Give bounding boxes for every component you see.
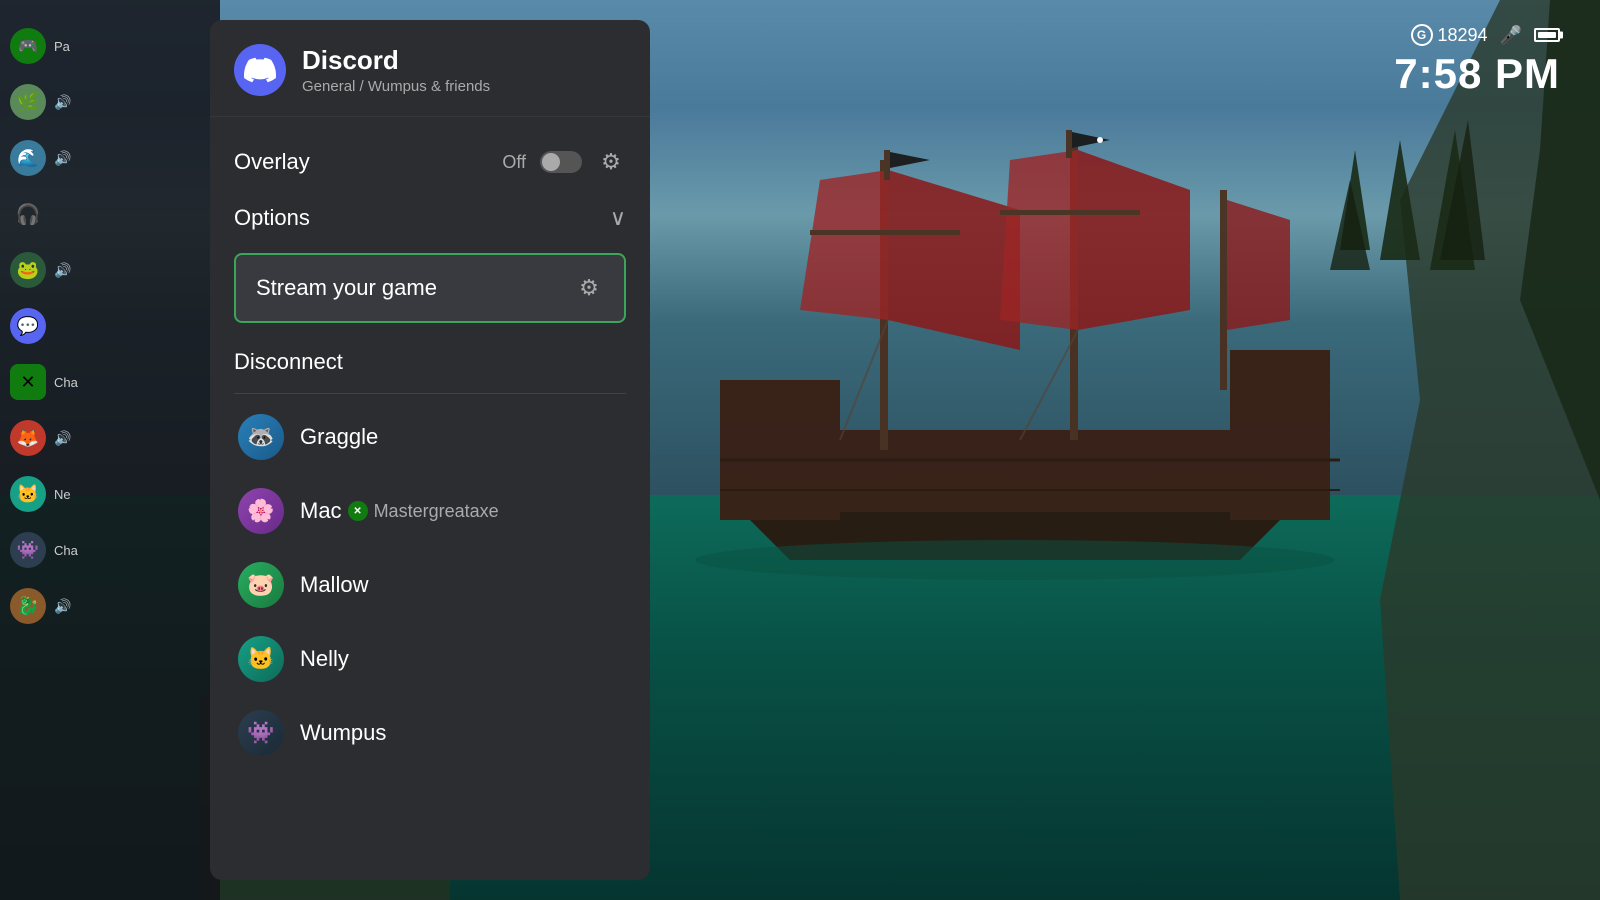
clock-display: 7:58 PM (1394, 50, 1560, 98)
discord-icon-small: 💬 (10, 308, 46, 344)
overlay-label: Overlay (234, 149, 310, 175)
toggle-thumb (542, 153, 560, 171)
discord-logo (234, 44, 286, 96)
headphone-icon: 🎧 (10, 196, 46, 232)
disconnect-row[interactable]: Disconnect (234, 331, 626, 389)
sidebar-item-avatar-3: 🐸 🔊 (0, 244, 220, 296)
member-avatar-graggle: 🦝 (238, 414, 284, 460)
battery-fill (1538, 32, 1556, 38)
hud-stats: G 18294 🎤 (1394, 24, 1560, 46)
volume-icon-5: 🔊 (54, 598, 71, 615)
avatar-3: 🐸 (10, 252, 46, 288)
options-chevron-icon: ∨ (610, 205, 626, 231)
options-label: Options (234, 205, 310, 231)
avatar-2: 🌊 (10, 140, 46, 176)
xbox-icon-sidebar: ✕ (10, 364, 46, 400)
hud-top-right: G 18294 🎤 7:58 PM (1394, 24, 1560, 98)
member-item-mallow[interactable]: 🐷 Mallow (234, 550, 626, 620)
avatar-ne: 🐱 (10, 476, 46, 512)
avatar-cha2: 👾 (10, 532, 46, 568)
avatar-4: 🦊 (10, 420, 46, 456)
member-item-wumpus[interactable]: 👾 Wumpus (234, 698, 626, 768)
stream-game-button[interactable]: Stream your game ⚙ (234, 253, 626, 323)
discord-panel: Discord General / Wumpus & friends Overl… (210, 20, 650, 880)
volume-icon-1: 🔊 (54, 94, 71, 111)
members-list: 🦝 Graggle 🌸 Mac Mastergreataxe 🐷 (234, 402, 626, 768)
stream-label: Stream your game (256, 275, 437, 301)
member-avatar-mac: 🌸 (238, 488, 284, 534)
discord-small[interactable]: 💬 (0, 300, 220, 352)
sidebar-item-cha2[interactable]: 👾 Cha (0, 524, 220, 576)
sidebar-item-cha[interactable]: ✕ Cha (0, 356, 220, 408)
avatar-5: 🐉 (10, 588, 46, 624)
member-gamertag-mac: Mastergreataxe (374, 501, 499, 522)
volume-icon-2: 🔊 (54, 150, 71, 167)
member-platform-mac: Mac Mastergreataxe (300, 498, 499, 524)
sidebar-label-cha2: Cha (54, 543, 78, 558)
disconnect-label: Disconnect (234, 349, 343, 374)
member-name-mac: Mac (300, 498, 342, 524)
panel-divider (234, 393, 626, 394)
overlay-row: Overlay Off ⚙ (234, 133, 626, 191)
overlay-gear-icon[interactable]: ⚙ (596, 147, 626, 177)
member-name-mallow: Mallow (300, 572, 368, 598)
sidebar-label-cha: Cha (54, 375, 78, 390)
xbox-platform-icon (348, 501, 368, 521)
overlay-controls: Off ⚙ (502, 147, 626, 177)
options-row[interactable]: Options ∨ (234, 191, 626, 245)
member-name-wumpus: Wumpus (300, 720, 386, 746)
sidebar-item-avatar-1: 🌿 🔊 (0, 76, 220, 128)
member-avatar-wumpus: 👾 (238, 710, 284, 756)
panel-subtitle: General / Wumpus & friends (302, 78, 490, 95)
volume-icon-4: 🔊 (54, 430, 71, 447)
member-name-graggle: Graggle (300, 424, 378, 450)
sidebar-label-1: Pa (54, 39, 70, 54)
sidebar-item-avatar-5: 🐉 🔊 (0, 580, 220, 632)
member-name-nelly: Nelly (300, 646, 349, 672)
sidebar-item-avatar-2: 🌊 🔊 (0, 132, 220, 184)
discord-logo-svg (244, 54, 276, 86)
gscore-value: 18294 (1438, 25, 1488, 46)
sidebar-label-ne: Ne (54, 487, 71, 502)
member-item-nelly[interactable]: 🐱 Nelly (234, 624, 626, 694)
volume-icon-3: 🔊 (54, 262, 71, 279)
member-item-mac[interactable]: 🌸 Mac Mastergreataxe (234, 476, 626, 546)
overlay-toggle-off-label: Off (502, 152, 526, 173)
member-item-graggle[interactable]: 🦝 Graggle (234, 402, 626, 472)
sidebar-item-ne[interactable]: 🐱 Ne (0, 468, 220, 520)
panel-content: Overlay Off ⚙ Options ∨ Stream your game… (210, 117, 650, 880)
overlay-toggle[interactable] (540, 151, 582, 173)
panel-header-text: Discord General / Wumpus & friends (302, 45, 490, 95)
stream-gear-icon[interactable]: ⚙ (574, 273, 604, 303)
member-avatar-nelly: 🐱 (238, 636, 284, 682)
gscore-display: G 18294 (1411, 24, 1488, 46)
mic-icon: 🎤 (1500, 25, 1522, 46)
overlay-status-text: Off (502, 152, 526, 173)
panel-header: Discord General / Wumpus & friends (210, 20, 650, 117)
avatar-1: 🌿 (10, 84, 46, 120)
sidebar-item-1[interactable]: 🎮 Pa (0, 20, 220, 72)
battery-icon (1534, 28, 1560, 42)
panel-title: Discord (302, 45, 490, 76)
member-avatar-mallow: 🐷 (238, 562, 284, 608)
sidebar-item-avatar-4: 🦊 🔊 (0, 412, 220, 464)
headphone-row[interactable]: 🎧 (0, 188, 220, 240)
sidebar-left: 🎮 Pa 🌿 🔊 🌊 🔊 🎧 🐸 🔊 💬 ✕ Cha 🦊 🔊 🐱 Ne 👾 Ch… (0, 0, 220, 900)
sidebar-icon-xbox: 🎮 (10, 28, 46, 64)
g-icon: G (1411, 24, 1433, 46)
